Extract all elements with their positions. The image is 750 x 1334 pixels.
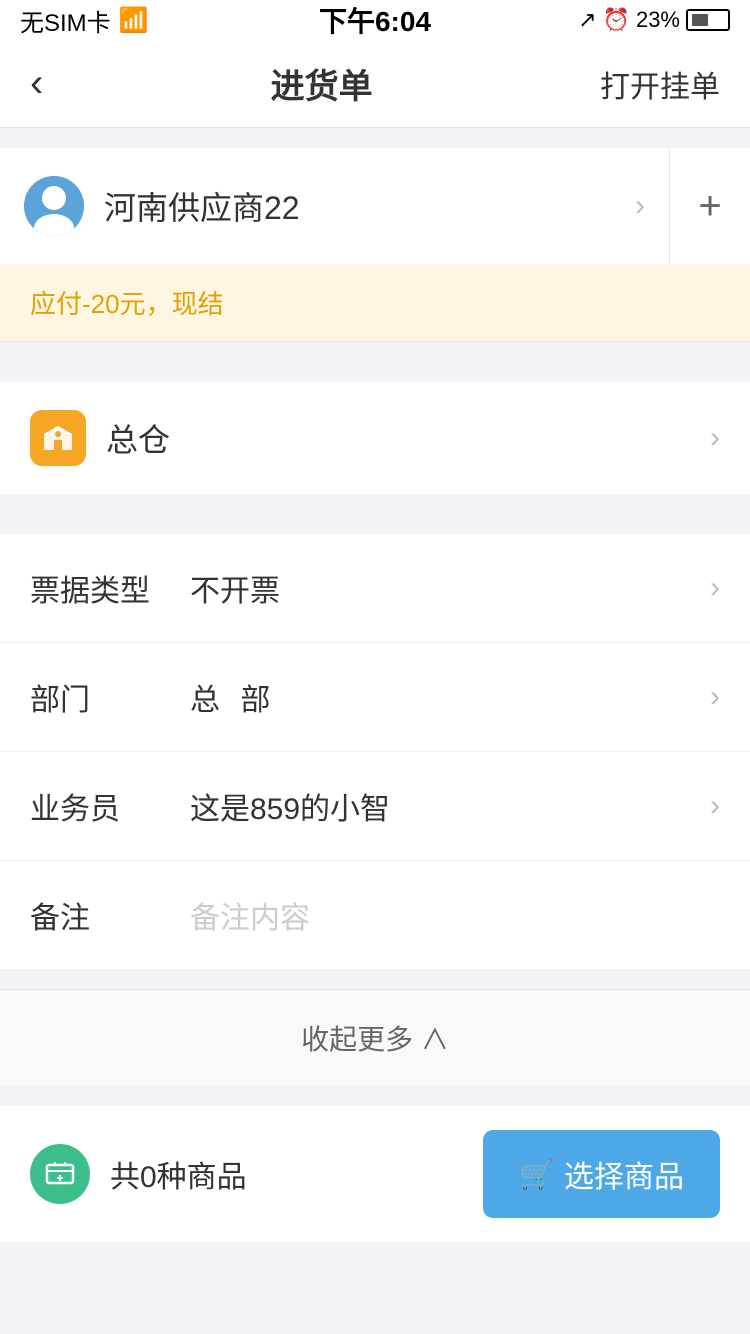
collapse-label: 收起更多 ∧	[301, 1018, 449, 1058]
status-right: ↗ ⏰ 23%	[578, 7, 730, 33]
remark-placeholder: 备注内容	[190, 893, 720, 937]
invoice-type-row[interactable]: 票据类型 不开票 ›	[0, 534, 750, 643]
divider-2	[0, 494, 750, 514]
salesman-value: 这是859的小智	[190, 784, 700, 828]
remark-row[interactable]: 备注 备注内容	[0, 861, 750, 969]
open-pending-button[interactable]: 打开挂单	[600, 62, 720, 106]
warehouse-selector[interactable]: 总仓 ›	[0, 382, 750, 494]
carrier-text: 无SIM卡	[20, 3, 111, 38]
invoice-chevron-icon: ›	[710, 571, 720, 605]
invoice-value: 不开票	[190, 566, 700, 610]
wifi-icon: 📶	[119, 6, 149, 35]
warehouse-icon	[30, 410, 86, 466]
cart-icon	[30, 1144, 90, 1204]
page-title: 进货单	[271, 59, 373, 108]
supplier-chevron-icon: ›	[635, 189, 645, 223]
department-value: 总 部	[190, 675, 700, 719]
salesman-row[interactable]: 业务员 这是859的小智 ›	[0, 752, 750, 861]
select-cart-icon: 🛒	[519, 1158, 554, 1191]
warehouse-name: 总仓	[106, 415, 700, 461]
alarm-icon: ⏰	[603, 7, 630, 33]
add-supplier-button[interactable]: +	[670, 148, 750, 264]
remark-label: 备注	[30, 893, 170, 937]
status-bar: 无SIM卡 📶 下午6:04 ↗ ⏰ 23%	[0, 0, 750, 40]
supplier-selector[interactable]: 河南供应商22 ›	[0, 148, 670, 264]
divider-1	[0, 342, 750, 362]
salesman-chevron-icon: ›	[710, 789, 720, 823]
warehouse-section: 总仓 ›	[0, 382, 750, 494]
battery-indicator	[686, 9, 730, 31]
back-button[interactable]: ‹	[30, 61, 43, 106]
status-left: 无SIM卡 📶	[20, 3, 149, 38]
top-divider	[0, 128, 750, 148]
notice-banner: 应付-20元，现结	[0, 264, 750, 342]
nav-bar: ‹ 进货单 打开挂单	[0, 40, 750, 128]
battery-text: 23%	[636, 7, 680, 33]
notice-text: 应付-20元，现结	[30, 289, 224, 319]
department-label: 部门	[30, 675, 170, 719]
form-section: 票据类型 不开票 › 部门 总 部 › 业务员 这是859的小智 › 备注 备注…	[0, 534, 750, 969]
invoice-label: 票据类型	[30, 566, 170, 610]
supplier-avatar	[24, 176, 84, 236]
select-product-label: 选择商品	[564, 1152, 684, 1196]
select-product-button[interactable]: 🛒 选择商品	[483, 1130, 720, 1218]
supplier-name: 河南供应商22	[104, 183, 625, 229]
salesman-label: 业务员	[30, 784, 170, 828]
collapse-button[interactable]: 收起更多 ∧	[0, 989, 750, 1086]
product-count: 共0种商品	[110, 1152, 483, 1196]
status-time: 下午6:04	[319, 0, 431, 40]
department-chevron-icon: ›	[710, 680, 720, 714]
department-row[interactable]: 部门 总 部 ›	[0, 643, 750, 752]
supplier-section: 河南供应商22 › +	[0, 148, 750, 264]
location-icon: ↗	[578, 7, 596, 33]
warehouse-chevron-icon: ›	[710, 421, 720, 455]
product-bar: 共0种商品 🛒 选择商品	[0, 1106, 750, 1242]
